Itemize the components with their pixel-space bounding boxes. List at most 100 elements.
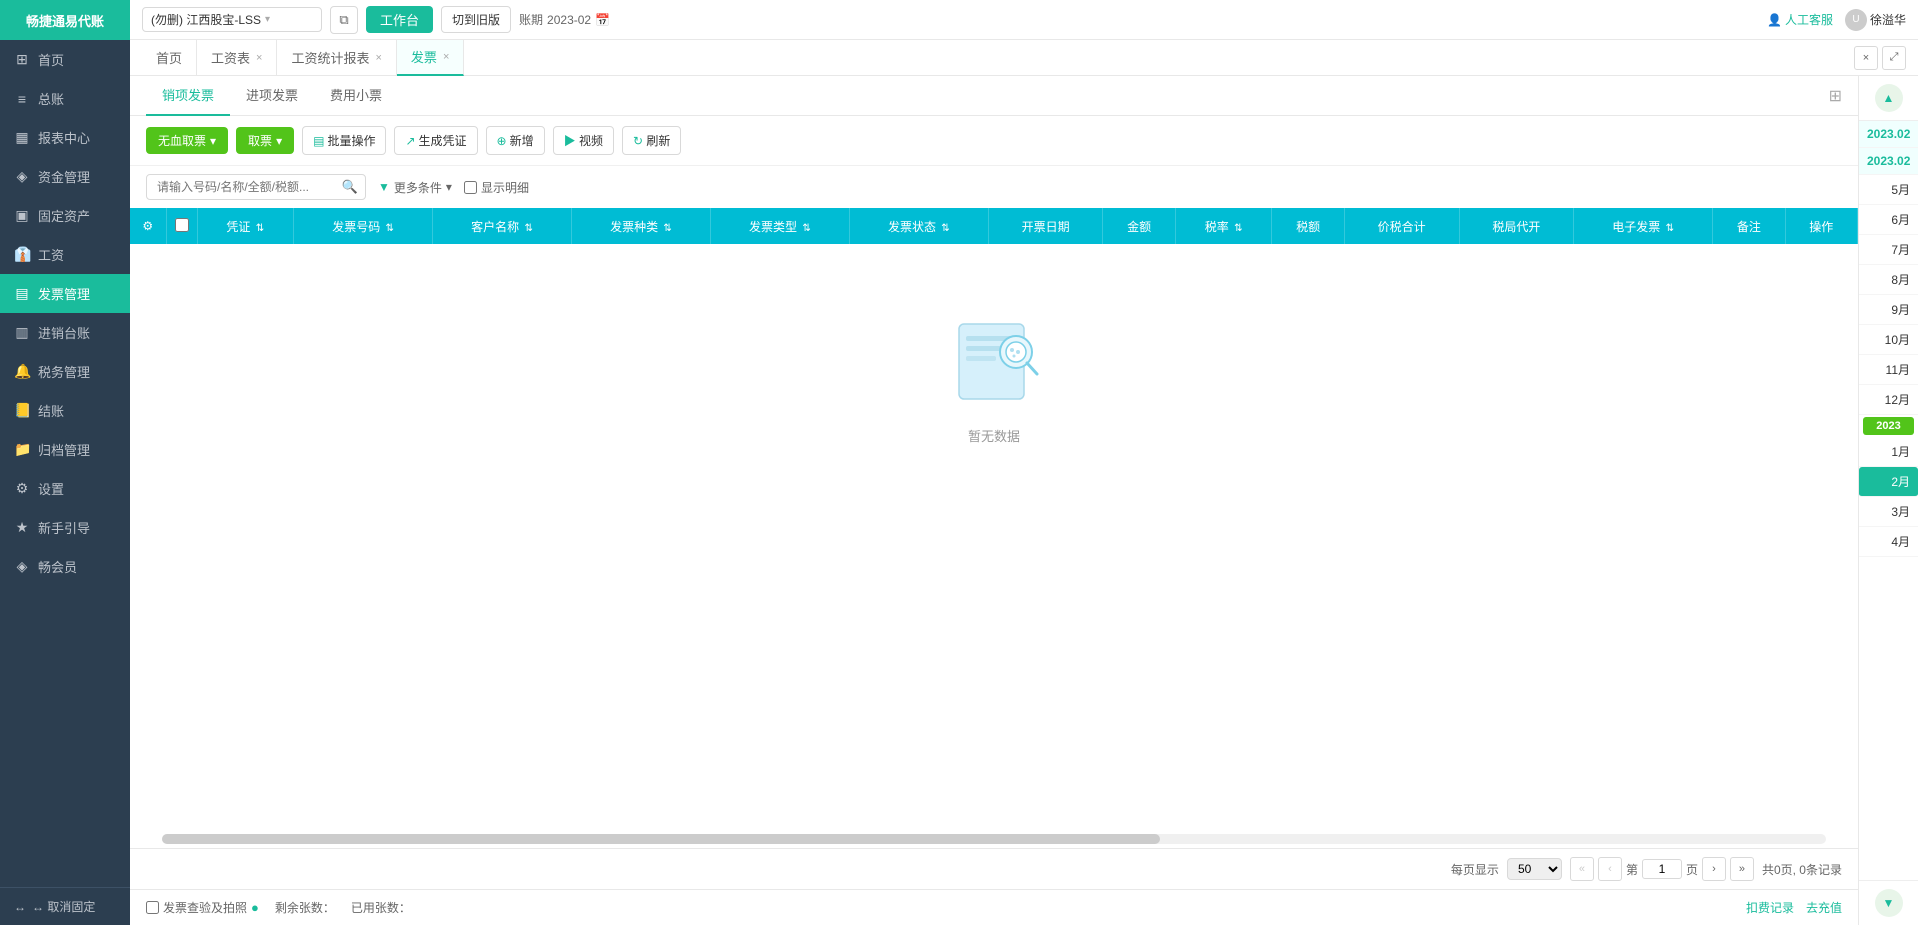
empty-illustration — [934, 304, 1054, 414]
prev-page-button[interactable]: ‹ — [1598, 857, 1622, 881]
topbar-right: 👤 人工客服 U 徐溢华 — [1767, 9, 1906, 31]
first-page-button[interactable]: « — [1570, 857, 1594, 881]
col-invoice-type[interactable]: 发票种类 ⇅ — [571, 208, 710, 244]
horizontal-scrollbar[interactable] — [162, 834, 1826, 844]
date-10month[interactable]: 10月 — [1859, 325, 1918, 355]
sidebar-item-settings[interactable]: ⚙ 设置 — [0, 469, 130, 508]
show-detail-checkbox-wrap[interactable]: 显示明细 — [464, 179, 529, 196]
new-label: 新增 — [510, 132, 534, 149]
sidebar-item-close[interactable]: 📒 结账 — [0, 391, 130, 430]
date-5month[interactable]: 5月 — [1859, 175, 1918, 205]
date-7month[interactable]: 7月 — [1859, 235, 1918, 265]
date-2month[interactable]: 2月 — [1859, 467, 1918, 497]
date-nav-down[interactable]: ▼ — [1875, 889, 1903, 917]
generate-voucher-button[interactable]: ↗ 生成凭证 — [394, 126, 477, 155]
date-3month[interactable]: 3月 — [1859, 497, 1918, 527]
sidebar-item-home[interactable]: ⊞ 首页 — [0, 40, 130, 79]
sidebar-item-tax[interactable]: 🔔 税务管理 — [0, 352, 130, 391]
sidebar-item-member[interactable]: ◈ 畅会员 — [0, 547, 130, 586]
customer-col-label: 客户名称 — [471, 220, 519, 234]
show-detail-label: 显示明细 — [481, 179, 529, 196]
date-11month[interactable]: 11月 — [1859, 355, 1918, 385]
home-icon: ⊞ — [14, 51, 30, 68]
tabs-close-all-button[interactable]: × — [1854, 46, 1878, 70]
date-2023-02-top[interactable]: 2023.02 — [1859, 121, 1918, 148]
pagination: « ‹ 第 页 › » — [1570, 857, 1754, 881]
tab-salary[interactable]: 工资表 × — [197, 40, 277, 76]
date-8month[interactable]: 8月 — [1859, 265, 1918, 295]
page-number-input[interactable] — [1642, 859, 1682, 879]
remaining-count: 剩余张数： — [275, 899, 335, 916]
sidebar-item-guide[interactable]: ★ 新手引导 — [0, 508, 130, 547]
sidebar-item-archive[interactable]: 📁 归档管理 — [0, 430, 130, 469]
recharge-link[interactable]: 去充值 — [1806, 899, 1842, 916]
date-4month[interactable]: 4月 — [1859, 527, 1918, 557]
tab-salary-stats[interactable]: 工资统计报表 × — [277, 40, 396, 76]
sub-tab-sales-label: 销项发票 — [162, 85, 214, 104]
select-all-checkbox[interactable] — [175, 218, 189, 232]
horizontal-scrollbar-wrap — [130, 830, 1858, 848]
batch-operation-button[interactable]: ▤ 批量操作 — [302, 126, 386, 155]
sidebar-footer-toggle[interactable]: ↔ ↔ 取消固定 — [0, 887, 130, 925]
sidebar-item-reports[interactable]: ▦ 报表中心 — [0, 118, 130, 157]
salary-stats-tab-close[interactable]: × — [375, 52, 381, 64]
date-9month[interactable]: 9月 — [1859, 295, 1918, 325]
user-menu[interactable]: U 徐溢华 — [1845, 9, 1906, 31]
workspace-button[interactable]: 工作台 — [366, 6, 433, 33]
sub-tab-expense[interactable]: 费用小票 — [314, 76, 398, 116]
date-1month[interactable]: 1月 — [1859, 437, 1918, 467]
tabs-maximize-button[interactable]: ⤢ — [1882, 46, 1906, 70]
date-12month[interactable]: 12月 — [1859, 385, 1918, 415]
no-invoice-button[interactable]: 无血取票 ▾ — [146, 127, 228, 154]
sub-tab-sales[interactable]: 销项发票 — [146, 76, 230, 116]
col-voucher[interactable]: 凭证 ⇅ — [197, 208, 294, 244]
sidebar-item-ledger[interactable]: ≡ 总账 — [0, 79, 130, 118]
col-invoice-category[interactable]: 发票类型 ⇅ — [710, 208, 849, 244]
sidebar-item-invoice[interactable]: ▤ 发票管理 — [0, 274, 130, 313]
page-size-select[interactable]: 50 10 20 100 — [1507, 858, 1562, 880]
grid-view-icon[interactable]: ⊞ — [1829, 86, 1842, 106]
col-settings[interactable]: ⚙ — [130, 208, 166, 244]
search-input[interactable] — [146, 174, 366, 200]
sidebar-item-assets[interactable]: ▣ 固定资产 — [0, 196, 130, 235]
customer-service-button[interactable]: 👤 人工客服 — [1767, 11, 1833, 28]
check-info-icon: ● — [251, 900, 259, 915]
page-label: 第 — [1626, 861, 1638, 878]
tax-rate-sort-icon: ⇅ — [1234, 223, 1242, 234]
col-invoice-status[interactable]: 发票状态 ⇅ — [849, 208, 988, 244]
copy-company-button[interactable]: ⧉ — [330, 6, 358, 34]
invoice-table-wrap: ⚙ 凭证 ⇅ 发票号码 ⇅ — [130, 208, 1858, 830]
col-invoice-no[interactable]: 发票号码 ⇅ — [294, 208, 433, 244]
company-selector[interactable]: (勿删) 江西股宝-LSS ▾ — [142, 7, 322, 32]
salary-tab-close[interactable]: × — [256, 52, 262, 64]
video-button[interactable]: ▶ 视频 — [553, 126, 614, 155]
col-electronic[interactable]: 电子发票 ⇅ — [1574, 208, 1713, 244]
fee-record-link[interactable]: 扣费记录 — [1746, 899, 1794, 916]
last-page-button[interactable]: » — [1730, 857, 1754, 881]
date-2023-02-second[interactable]: 2023.02 — [1859, 148, 1918, 175]
tab-invoice[interactable]: 发票 × — [397, 40, 464, 76]
video-icon: ▶ — [564, 134, 576, 148]
sub-tab-purchase[interactable]: 进项发票 — [230, 76, 314, 116]
company-name: (勿删) 江西股宝-LSS — [151, 11, 261, 28]
new-invoice-button[interactable]: ⊕ 新增 — [486, 126, 545, 155]
sidebar-item-salary[interactable]: 👔 工资 — [0, 235, 130, 274]
old-version-button[interactable]: 切到旧版 — [441, 6, 511, 33]
more-filter-button[interactable]: ▼ 更多条件 ▾ — [378, 179, 452, 196]
col-tax-rate[interactable]: 税率 ⇅ — [1175, 208, 1272, 244]
show-detail-checkbox[interactable] — [464, 181, 477, 194]
invoice-type-sort-icon: ⇅ — [663, 223, 671, 234]
invoice-tab-close[interactable]: × — [443, 51, 449, 63]
col-customer[interactable]: 客户名称 ⇅ — [433, 208, 572, 244]
sidebar-item-sales[interactable]: ▥ 进销台账 — [0, 313, 130, 352]
tab-home[interactable]: 首页 — [142, 40, 197, 76]
date-nav-up[interactable]: ▲ — [1875, 84, 1903, 112]
salary-tab-label: 工资表 — [211, 48, 250, 67]
horizontal-scrollbar-thumb[interactable] — [162, 834, 1160, 844]
next-page-button[interactable]: › — [1702, 857, 1726, 881]
refresh-button[interactable]: ↻ 刷新 — [622, 126, 681, 155]
date-6month[interactable]: 6月 — [1859, 205, 1918, 235]
sidebar-item-finance[interactable]: ◈ 资金管理 — [0, 157, 130, 196]
invoice-fetch-button[interactable]: 取票 ▾ — [236, 127, 294, 154]
invoice-check-checkbox[interactable] — [146, 901, 159, 914]
